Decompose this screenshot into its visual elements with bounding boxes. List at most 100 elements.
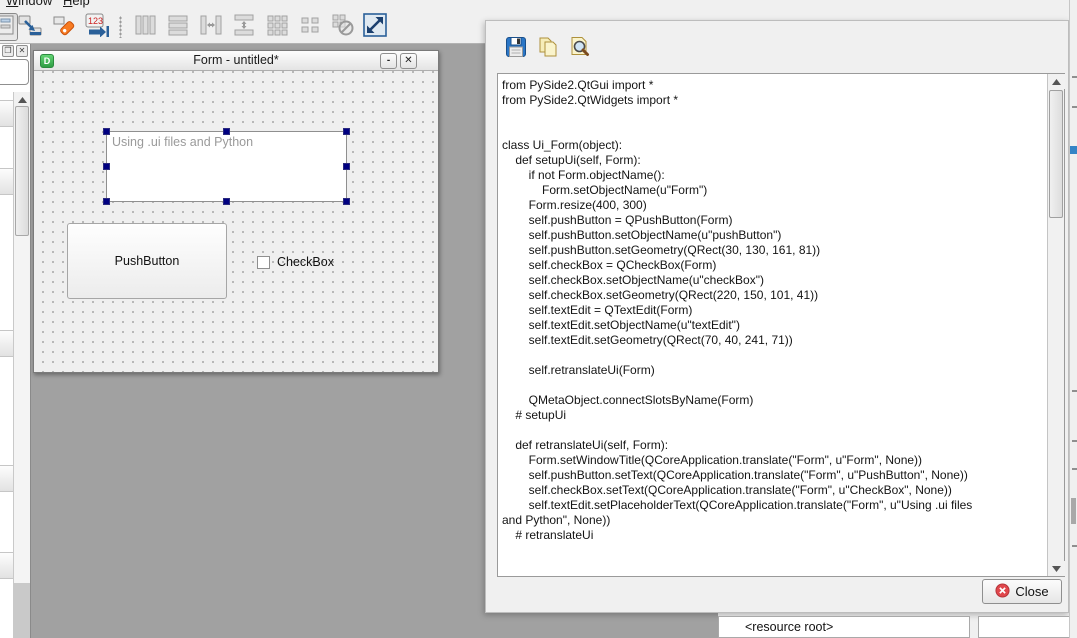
right-dock-sliver: [1069, 0, 1077, 638]
scroll-up-icon[interactable]: [14, 92, 31, 107]
view-code-dialog: from PySide2.QtGui import *from PySide2.…: [485, 20, 1069, 613]
resource-browser-panel: <resource root>: [718, 616, 970, 638]
close-dialog-button[interactable]: Close: [982, 579, 1062, 604]
selection-handle-e[interactable]: [343, 163, 350, 170]
dock-close-button[interactable]: ✕: [16, 45, 28, 57]
copy-code-button[interactable]: [535, 36, 561, 62]
code-line: class Ui_Form(object):: [502, 138, 1044, 153]
close-window-button[interactable]: ✕: [400, 53, 417, 69]
widget-category-item[interactable]: [0, 330, 13, 357]
menu-bar: Window Help: [0, 0, 1077, 10]
widget-category-item[interactable]: [0, 552, 13, 579]
edit-buddies-icon: [52, 13, 76, 42]
sliver-mark: [1072, 440, 1077, 442]
svg-text:123: 123: [88, 16, 103, 26]
edit-signals-slots-icon: [18, 13, 42, 42]
layout-horizontally-icon: [133, 13, 157, 42]
layout-vertically-splitter-button: [230, 13, 258, 41]
code-line: # setupUi: [502, 408, 1044, 423]
code-view[interactable]: from PySide2.QtGui import *from PySide2.…: [497, 73, 1065, 577]
code-line: self.pushButton = QPushButton(Form): [502, 213, 1044, 228]
code-line: self.textEdit = QTextEdit(Form): [502, 303, 1044, 318]
edit-signals-slots-button[interactable]: [16, 13, 44, 41]
adjust-size-button[interactable]: [361, 13, 389, 41]
widget-category-item[interactable]: [0, 100, 13, 127]
code-line: self.checkBox = QCheckBox(Form): [502, 258, 1044, 273]
code-line: [502, 123, 1044, 138]
find-code-button[interactable]: [567, 36, 593, 62]
pushbutton-widget[interactable]: PushButton: [67, 223, 227, 299]
widget-category-item[interactable]: [0, 168, 13, 195]
code-line: Form.setObjectName(u"Form"): [502, 183, 1044, 198]
code-line: Form.setWindowTitle(QCoreApplication.tra…: [502, 453, 1044, 468]
widget-box-scrollbar[interactable]: [13, 92, 30, 638]
break-layout-button: [329, 13, 357, 41]
code-line: and Python", None)): [502, 513, 1044, 528]
code-line: self.textEdit.setPlaceholderText(QCoreAp…: [502, 498, 1044, 513]
save-code-button[interactable]: [503, 36, 529, 62]
sliver-mark: [1072, 545, 1077, 547]
code-line: if not Form.objectName():: [502, 168, 1044, 183]
checkbox-indicator[interactable]: [257, 256, 270, 269]
form-title-bar[interactable]: D Form - untitled* - ✕: [34, 51, 438, 71]
edit-widgets-icon: [0, 13, 16, 42]
sliver-selection: [1070, 146, 1077, 154]
selection-handle-w[interactable]: [103, 163, 110, 170]
code-line: def setupUi(self, Form):: [502, 153, 1044, 168]
scroll-down-icon[interactable]: [1048, 561, 1065, 576]
checkbox-widget[interactable]: CheckBox: [257, 255, 334, 269]
code-line: self.pushButton.setGeometry(QRect(30, 13…: [502, 243, 1044, 258]
layout-grid-icon: [265, 13, 289, 42]
sliver-thumb: [1071, 498, 1076, 524]
sliver-mark: [1072, 76, 1077, 78]
widget-category-item[interactable]: [0, 465, 13, 492]
layout-grid-button: [263, 13, 291, 41]
scrollbar-thumb[interactable]: [1049, 90, 1063, 218]
close-icon: [995, 583, 1010, 601]
selection-handle-n[interactable]: [223, 128, 230, 135]
selection-handle-sw[interactable]: [103, 198, 110, 205]
selection-handle-nw[interactable]: [103, 128, 110, 135]
sliver-mark: [1072, 468, 1077, 470]
scroll-up-icon[interactable]: [1048, 74, 1065, 89]
scrollbar-track-end: [14, 583, 31, 638]
dock-float-button[interactable]: ❐: [2, 45, 14, 57]
code-line: [502, 348, 1044, 363]
selection-handle-se[interactable]: [343, 198, 350, 205]
code-line: from PySide2.QtWidgets import *: [502, 93, 1044, 108]
layout-vertically-splitter-icon: [232, 13, 256, 42]
layout-horizontally-splitter-button: [197, 13, 225, 41]
find-icon: [569, 36, 591, 63]
layout-horizontally-button: [131, 13, 159, 41]
code-line: def retranslateUi(self, Form):: [502, 438, 1044, 453]
minimize-button[interactable]: -: [380, 53, 397, 69]
code-scrollbar[interactable]: [1047, 74, 1064, 576]
layout-horizontally-splitter-icon: [199, 13, 223, 42]
textedit-widget[interactable]: Using .ui files and Python: [106, 131, 347, 202]
edit-buddies-button[interactable]: [50, 13, 78, 41]
textedit-placeholder: Using .ui files and Python: [112, 135, 253, 149]
selection-handle-ne[interactable]: [343, 128, 350, 135]
menu-help[interactable]: Help: [63, 0, 90, 8]
code-line: [502, 108, 1044, 123]
selection-handle-s[interactable]: [223, 198, 230, 205]
edit-tab-order-button[interactable]: 123: [83, 13, 111, 41]
resource-preview-panel: [978, 616, 1077, 638]
code-line: self.pushButton.setText(QCoreApplication…: [502, 468, 1044, 483]
code-line: self.textEdit.setGeometry(QRect(70, 40, …: [502, 333, 1044, 348]
code-line: from PySide2.QtGui import *: [502, 78, 1044, 93]
checkbox-label: CheckBox: [277, 255, 334, 269]
form-window-title: Form - untitled*: [34, 53, 438, 67]
form-canvas[interactable]: Using .ui files and Python PushButton Ch…: [34, 71, 438, 372]
toolbar-separator: [119, 16, 122, 38]
form-designer-window: D Form - untitled* - ✕ Using .ui files a…: [33, 50, 439, 373]
scrollbar-thumb[interactable]: [15, 106, 29, 236]
resource-root-item[interactable]: <resource root>: [745, 620, 833, 634]
widget-filter-input[interactable]: [0, 59, 29, 85]
code-line: Form.resize(400, 300): [502, 198, 1044, 213]
code-line: self.checkBox.setObjectName(u"checkBox"): [502, 273, 1044, 288]
pushbutton-label: PushButton: [115, 254, 180, 268]
layout-vertically-button: [164, 13, 192, 41]
menu-window[interactable]: Window: [6, 0, 52, 8]
layout-vertically-icon: [166, 13, 190, 42]
